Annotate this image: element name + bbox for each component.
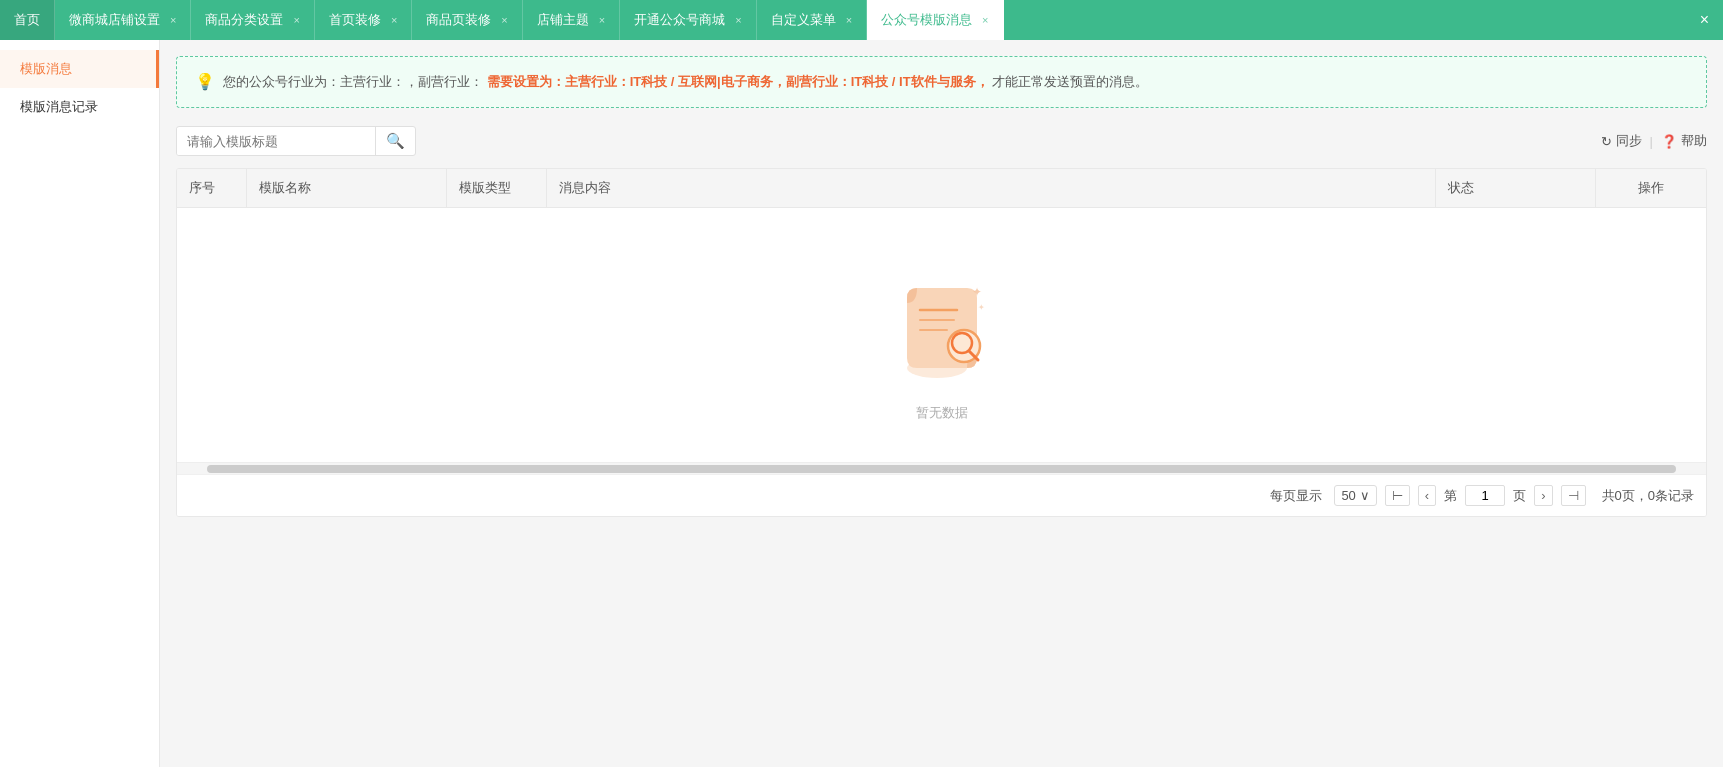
help-label: 帮助 — [1681, 132, 1707, 150]
sync-icon: ↻ — [1601, 134, 1612, 149]
prev-page-button[interactable]: ‹ — [1418, 485, 1436, 506]
help-button[interactable]: ❓ 帮助 — [1661, 132, 1707, 150]
sync-label: 同步 — [1616, 132, 1642, 150]
tab-category-settings[interactable]: 商品分类设置 × — [191, 0, 314, 40]
last-page-button[interactable]: ⊣ — [1561, 485, 1586, 506]
col-header-status: 状态 — [1436, 169, 1596, 207]
pagination: 每页显示 50 ∨ ⊢ ‹ 第 页 › ⊣ 共0页，0条记录 — [177, 474, 1706, 516]
tab-open-mall-label: 开通公众号商城 — [634, 11, 725, 29]
tab-store-theme[interactable]: 店铺主题 × — [523, 0, 620, 40]
close-tab-shop-settings[interactable]: × — [170, 14, 176, 26]
per-page-label: 每页显示 — [1270, 487, 1322, 505]
tab-store-theme-label: 店铺主题 — [537, 11, 589, 29]
next-page-button[interactable]: › — [1534, 485, 1552, 506]
page-total: 共0页，0条记录 — [1602, 487, 1694, 505]
page-number-input[interactable] — [1465, 485, 1505, 506]
tab-home-decoration[interactable]: 首页装修 × — [315, 0, 412, 40]
col-header-type: 模版类型 — [447, 169, 547, 207]
col-header-name: 模版名称 — [247, 169, 447, 207]
first-page-button[interactable]: ⊢ — [1385, 485, 1410, 506]
tab-home-label: 首页 — [14, 11, 40, 29]
close-tab-home-deco[interactable]: × — [391, 14, 397, 26]
tab-custom-menu[interactable]: 自定义菜单 × — [757, 0, 867, 40]
close-tab-store-theme[interactable]: × — [599, 14, 605, 26]
tab-open-mall[interactable]: 开通公众号商城 × — [620, 0, 756, 40]
sidebar-item-records-label: 模版消息记录 — [20, 99, 98, 114]
tab-shop-settings[interactable]: 微商城店铺设置 × — [55, 0, 191, 40]
table-header: 序号 模版名称 模版类型 消息内容 状态 操作 — [177, 169, 1706, 208]
col-header-action: 操作 — [1596, 169, 1706, 207]
notice-text: 您的公众号行业为：主营行业：，副营行业： 需要设置为：主营行业：IT科技 / 互… — [223, 71, 1148, 93]
divider: | — [1650, 134, 1653, 149]
help-icon: ❓ — [1661, 134, 1677, 149]
sidebar-item-template-msg[interactable]: 模版消息 — [0, 50, 159, 88]
page-unit-label: 页 — [1513, 487, 1526, 505]
scroll-thumb[interactable] — [207, 465, 1676, 473]
per-page-value: 50 — [1341, 488, 1355, 503]
data-table: 序号 模版名称 模版类型 消息内容 状态 操作 — [176, 168, 1707, 517]
tab-home[interactable]: 首页 — [0, 0, 55, 40]
svg-text:✦: ✦ — [972, 285, 982, 299]
notice-box: 💡 您的公众号行业为：主营行业：，副营行业： 需要设置为：主营行业：IT科技 /… — [176, 56, 1707, 108]
col-header-content: 消息内容 — [547, 169, 1436, 207]
tab-product-decoration[interactable]: 商品页装修 × — [412, 0, 522, 40]
close-tab-product-deco[interactable]: × — [501, 14, 507, 26]
tab-home-deco-label: 首页装修 — [329, 11, 381, 29]
horizontal-scrollbar[interactable] — [177, 462, 1706, 474]
empty-illustration: ✦ ✦ — [882, 268, 1002, 388]
close-tab-open-mall[interactable]: × — [735, 14, 741, 26]
sidebar-item-template-records[interactable]: 模版消息记录 — [0, 88, 159, 126]
close-tab-category[interactable]: × — [293, 14, 299, 26]
search-field-wrap: 🔍 — [176, 126, 416, 156]
sidebar-item-template-msg-label: 模版消息 — [20, 61, 72, 76]
col-header-seq: 序号 — [177, 169, 247, 207]
notice-suffix: 才能正常发送预置的消息。 — [992, 74, 1148, 89]
notice-icon: 💡 — [195, 72, 215, 91]
sidebar: 模版消息 模版消息记录 — [0, 40, 160, 767]
tab-product-deco-label: 商品页装修 — [426, 11, 491, 29]
notice-highlight: 需要设置为：主营行业：IT科技 / 互联网|电子商务，副营行业：IT科技 / I… — [487, 74, 989, 89]
tab-shop-settings-label: 微商城店铺设置 — [69, 11, 160, 29]
close-tab-custom-menu[interactable]: × — [846, 14, 852, 26]
main-layout: 模版消息 模版消息记录 💡 您的公众号行业为：主营行业：，副营行业： 需要设置为… — [0, 40, 1723, 767]
top-navigation: 首页 微商城店铺设置 × 商品分类设置 × 首页装修 × 商品页装修 × 店铺主… — [0, 0, 1723, 40]
per-page-select[interactable]: 50 ∨ — [1334, 485, 1376, 506]
close-tab-template-msg[interactable]: × — [982, 14, 988, 26]
main-content: 💡 您的公众号行业为：主营行业：，副营行业： 需要设置为：主营行业：IT科技 /… — [160, 40, 1723, 767]
search-actions: ↻ 同步 | ❓ 帮助 — [1601, 132, 1707, 150]
svg-text:✦: ✦ — [978, 303, 985, 312]
tab-template-msg-label: 公众号模版消息 — [881, 11, 972, 29]
tab-template-msg[interactable]: 公众号模版消息 × — [867, 0, 1003, 40]
search-bar: 🔍 ↻ 同步 | ❓ 帮助 — [176, 126, 1707, 156]
page-prefix-label: 第 — [1444, 487, 1457, 505]
tab-custom-menu-label: 自定义菜单 — [771, 11, 836, 29]
chevron-down-icon: ∨ — [1360, 488, 1370, 503]
search-input[interactable] — [177, 128, 375, 155]
empty-text: 暂无数据 — [916, 404, 968, 422]
close-all-tabs[interactable]: × — [1686, 11, 1723, 29]
sync-button[interactable]: ↻ 同步 — [1601, 132, 1642, 150]
notice-prefix: 您的公众号行业为：主营行业：，副营行业： — [223, 74, 483, 89]
tab-category-label: 商品分类设置 — [205, 11, 283, 29]
search-button[interactable]: 🔍 — [375, 127, 415, 155]
empty-state: ✦ ✦ 暂无数据 — [177, 208, 1706, 462]
